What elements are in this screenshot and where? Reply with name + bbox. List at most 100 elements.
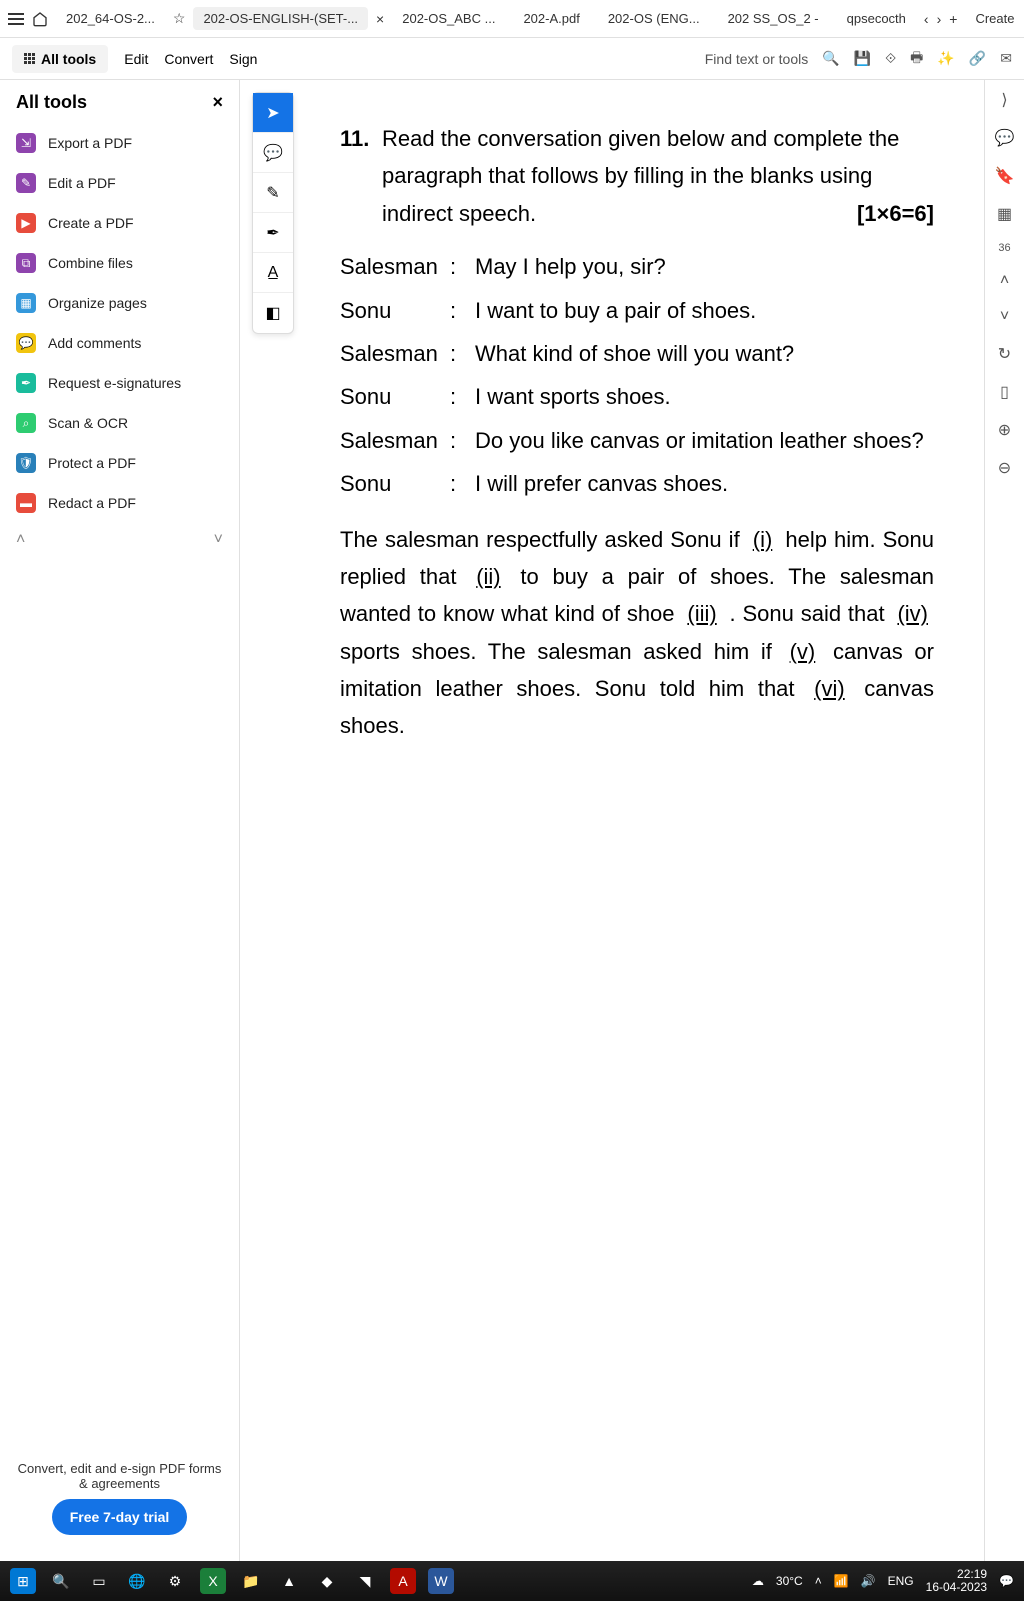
- sidebar-item-protect[interactable]: 🛡Protect a PDF: [0, 443, 239, 483]
- taskview-icon[interactable]: ▭: [86, 1568, 112, 1594]
- chrome-icon[interactable]: 🌐: [124, 1568, 150, 1594]
- bookmark-icon[interactable]: 🔖: [995, 166, 1015, 186]
- zoom-in-icon[interactable]: ⊕: [998, 420, 1011, 440]
- speaker: Sonu: [340, 292, 440, 329]
- sidebar-item-redact[interactable]: ▬Redact a PDF: [0, 483, 239, 523]
- grid-icon: [24, 53, 35, 64]
- tab-1[interactable]: 202-OS-ENGLISH-(SET-...: [193, 7, 368, 30]
- tab-2[interactable]: 202-OS_ABC ...: [392, 7, 505, 30]
- clock-date: 16-04-2023: [926, 1581, 987, 1594]
- star-icon[interactable]: ☆: [173, 10, 186, 27]
- word-icon[interactable]: W: [428, 1568, 454, 1594]
- tab-prev-icon[interactable]: ‹: [924, 11, 929, 27]
- blank-4: (iv): [891, 601, 934, 626]
- dialogue-table: Salesman:May I help you, sir? Sonu:I wan…: [340, 248, 934, 502]
- app-icon[interactable]: ◆: [314, 1568, 340, 1594]
- menu-icon[interactable]: [8, 13, 24, 25]
- tab-5[interactable]: 202 SS_OS_2 -: [718, 7, 829, 30]
- speaker: Salesman: [340, 248, 440, 285]
- sidebar-item-label: Combine files: [48, 255, 133, 271]
- sidebar-item-combine[interactable]: ⧉Combine files: [0, 243, 239, 283]
- wifi-icon[interactable]: 📶: [834, 1574, 849, 1588]
- rotate-icon[interactable]: ↻: [998, 344, 1011, 364]
- sign-menu[interactable]: Sign: [229, 51, 257, 67]
- highlight-tool-icon[interactable]: ✎: [253, 173, 293, 213]
- weather-icon[interactable]: ☁: [752, 1574, 764, 1588]
- tab-3[interactable]: 202-A.pdf: [513, 7, 589, 30]
- pointer-tool-icon[interactable]: ➤: [253, 93, 293, 133]
- sidebar-close-icon[interactable]: ×: [212, 92, 223, 113]
- sidebar-item-label: Request e-signatures: [48, 375, 181, 391]
- thumb-icon[interactable]: ▦: [997, 204, 1012, 224]
- sidebar-item-label: Redact a PDF: [48, 495, 136, 511]
- sidebar-item-esign[interactable]: ✒Request e-signatures: [0, 363, 239, 403]
- save-icon[interactable]: 💾: [854, 50, 871, 67]
- sidebar-item-organize[interactable]: ▦Organize pages: [0, 283, 239, 323]
- text-tool-icon[interactable]: A̲: [253, 253, 293, 293]
- nav-up-icon[interactable]: ˄: [1000, 272, 1009, 290]
- zoom-out-icon[interactable]: ⊖: [998, 458, 1011, 478]
- organize-icon: ▦: [16, 293, 36, 313]
- sidebar-item-comments[interactable]: 💬Add comments: [0, 323, 239, 363]
- sidebar-item-scan[interactable]: ⌕Scan & OCR: [0, 403, 239, 443]
- volume-icon[interactable]: 🔊: [861, 1574, 876, 1588]
- tab-4[interactable]: 202-OS (ENG...: [598, 7, 710, 30]
- explorer-icon[interactable]: 📁: [238, 1568, 264, 1594]
- search-icon[interactable]: 🔍: [822, 50, 839, 67]
- sidebar-item-create[interactable]: ▶Create a PDF: [0, 203, 239, 243]
- gen-ai-icon[interactable]: ✨: [937, 50, 954, 67]
- tab-0[interactable]: 202_64-OS-2...: [56, 7, 165, 30]
- right-toolbar: ⟩ 💬 🔖 ▦ 36 ˄ ˅ ↻ ▯ ⊕ ⊖: [984, 80, 1024, 1561]
- anydesk-icon[interactable]: ◥: [352, 1568, 378, 1594]
- nav-down-icon[interactable]: ˅: [1000, 308, 1009, 326]
- create-button[interactable]: Create: [965, 7, 1024, 30]
- eraser-tool-icon[interactable]: ◧: [253, 293, 293, 333]
- windows-taskbar[interactable]: ⊞ 🔍 ▭ 🌐 ⚙ X 📁 ▲ ◆ ◥ A W ☁ 30°C ˄ 📶 🔊 ENG…: [0, 1561, 1024, 1601]
- edit-icon: ✎: [16, 173, 36, 193]
- comments-icon: 💬: [16, 333, 36, 353]
- sidebar-item-export[interactable]: ⇲Export a PDF: [0, 123, 239, 163]
- settings-icon[interactable]: ⚙: [162, 1568, 188, 1594]
- panel-toggle-icon[interactable]: ⟩: [1001, 90, 1007, 110]
- page-count: 36: [998, 242, 1010, 254]
- chevron-down-icon[interactable]: ˅: [214, 531, 223, 549]
- sidebar-title: All tools: [16, 92, 87, 113]
- print-icon[interactable]: 🖶: [910, 47, 923, 71]
- link-icon[interactable]: 🔗: [969, 50, 986, 67]
- blank-5: (v): [784, 639, 822, 664]
- add-tab-icon[interactable]: +: [949, 11, 957, 27]
- vlc-icon[interactable]: ▲: [276, 1568, 302, 1594]
- close-icon[interactable]: ×: [376, 11, 384, 27]
- language-indicator[interactable]: ENG: [888, 1574, 914, 1588]
- tab-6[interactable]: qpsecocth: [837, 7, 916, 30]
- top-tabs-bar: 202_64-OS-2... ☆ 202-OS-ENGLISH-(SET-...…: [0, 0, 1024, 38]
- chevron-up-icon[interactable]: ˄: [16, 531, 25, 549]
- chat-icon[interactable]: 💬: [995, 128, 1015, 148]
- tray-chevron-icon[interactable]: ˄: [815, 1574, 822, 1588]
- speaker: Salesman: [340, 335, 440, 372]
- export-icon: ⇲: [16, 133, 36, 153]
- comment-tool-icon[interactable]: 💬: [253, 133, 293, 173]
- search-taskbar-icon[interactable]: 🔍: [48, 1568, 74, 1594]
- promo-box: Convert, edit and e-sign PDF forms & agr…: [0, 1447, 239, 1549]
- tab-next-icon[interactable]: ›: [937, 11, 942, 27]
- selection-icon[interactable]: ⟐: [885, 50, 896, 67]
- page-view-icon[interactable]: ▯: [1000, 382, 1009, 402]
- sidebar-item-edit[interactable]: ✎Edit a PDF: [0, 163, 239, 203]
- start-icon[interactable]: ⊞: [10, 1568, 36, 1594]
- dialogue-text: What kind of shoe will you want?: [475, 335, 794, 372]
- share-icon[interactable]: ✉: [1000, 50, 1012, 67]
- trial-button[interactable]: Free 7-day trial: [52, 1499, 188, 1535]
- answer-paragraph: The salesman respectfully asked Sonu if …: [340, 521, 934, 745]
- convert-menu[interactable]: Convert: [164, 51, 213, 67]
- all-tools-button[interactable]: All tools: [12, 45, 108, 73]
- acrobat-icon[interactable]: A: [390, 1568, 416, 1594]
- excel-icon[interactable]: X: [200, 1568, 226, 1594]
- speaker: Sonu: [340, 465, 440, 502]
- question-text: Read the conversation given below and co…: [382, 126, 899, 226]
- edit-menu[interactable]: Edit: [124, 51, 148, 67]
- home-icon[interactable]: [32, 10, 48, 28]
- notifications-icon[interactable]: 💬: [999, 1574, 1014, 1588]
- sign-tool-icon[interactable]: ✒: [253, 213, 293, 253]
- promo-text2: & agreements: [14, 1476, 225, 1491]
